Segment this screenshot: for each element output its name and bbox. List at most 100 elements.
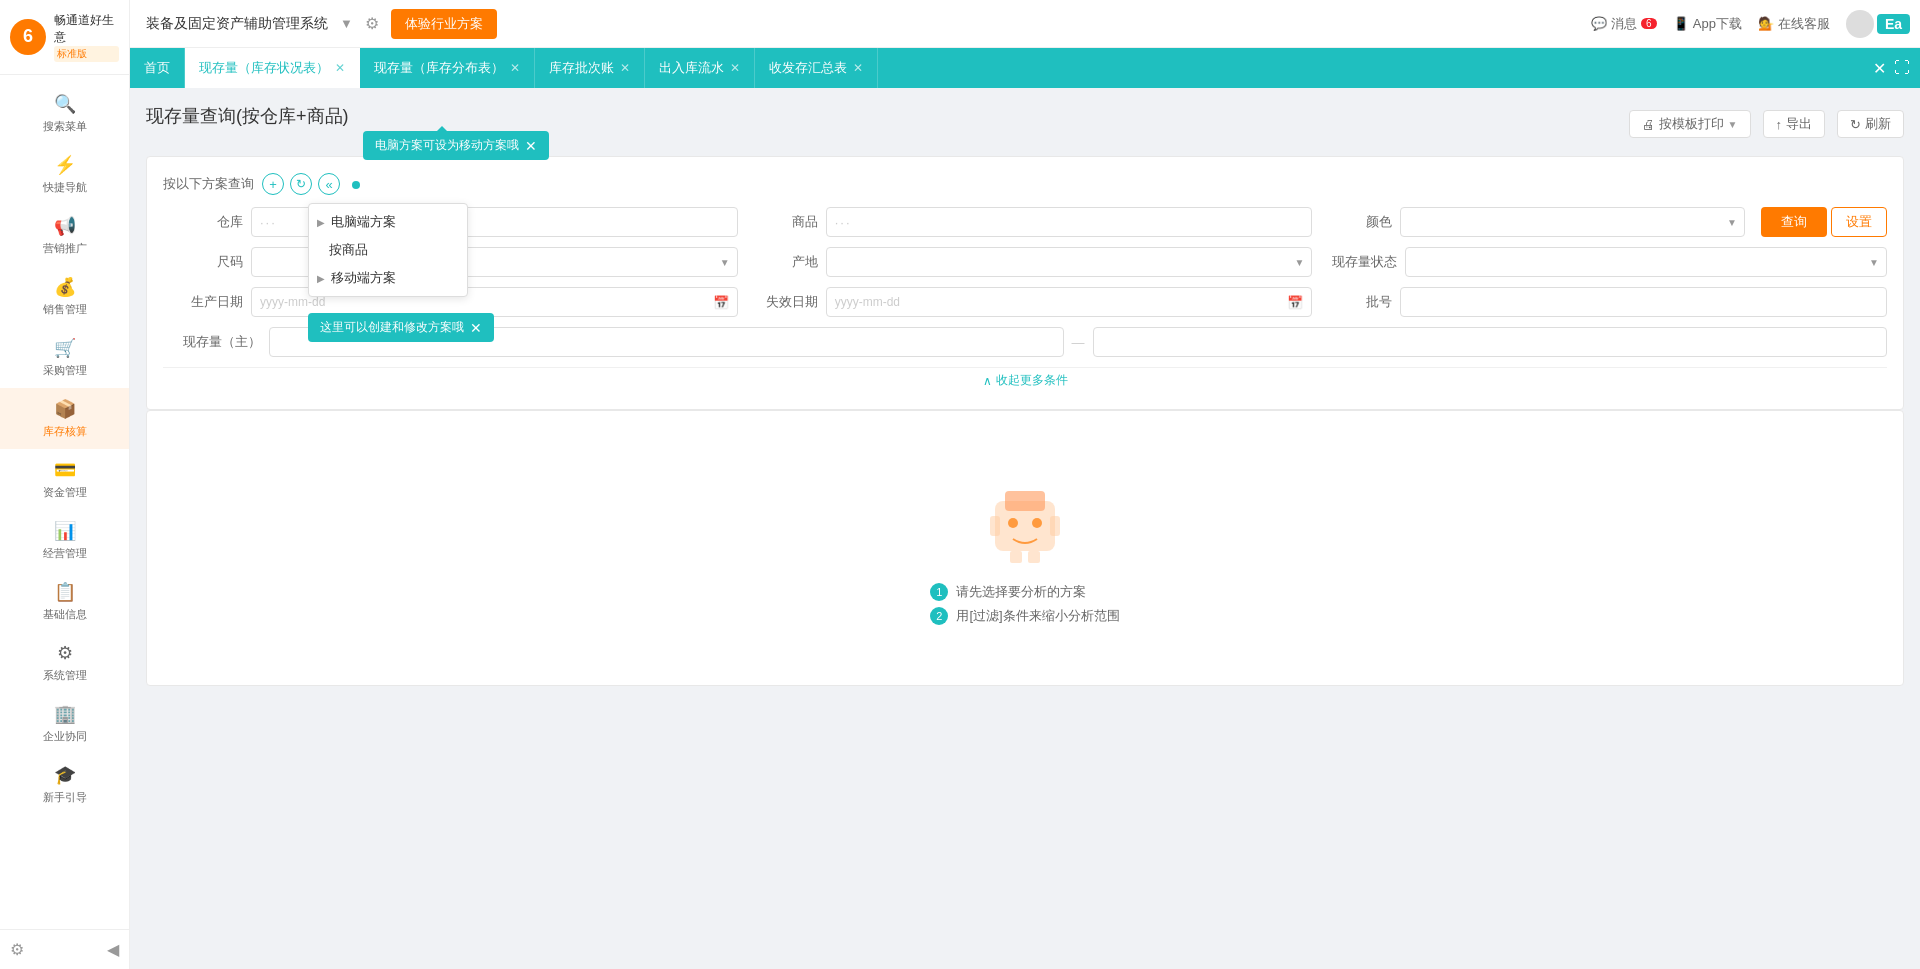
app-download-btn[interactable]: 📱 App下载 xyxy=(1673,15,1742,33)
sidebar-item-guide[interactable]: 🎓 新手引导 xyxy=(0,754,129,815)
scheme-tooltip2: 这里可以创建和修改方案哦 ✕ xyxy=(308,313,494,342)
refresh-btn[interactable]: ↻ 刷新 xyxy=(1837,110,1904,138)
sidebar-item-finance[interactable]: 💳 资金管理 xyxy=(0,449,129,510)
enterprise-icon: 🏢 xyxy=(54,703,76,725)
collapse-sidebar-btn[interactable]: ◀ xyxy=(107,940,119,959)
back-scheme-btn[interactable]: « xyxy=(318,173,340,195)
sidebar-item-purchase[interactable]: 🛒 采购管理 xyxy=(0,327,129,388)
online-support-label: 在线客服 xyxy=(1778,15,1830,33)
expand-icon-mobile: ▶ xyxy=(317,273,325,284)
settings-btn[interactable]: ⚙ xyxy=(10,940,24,959)
production-date-start-icon: 📅 xyxy=(713,295,729,310)
tab-batch-ledger[interactable]: 库存批次账 ✕ xyxy=(535,48,645,88)
topbar: 装备及固定资产辅助管理系统 ▼ ⚙ 体验行业方案 💬 消息 6 📱 App下载 … xyxy=(130,0,1920,48)
sidebar-item-basic[interactable]: 📋 基础信息 xyxy=(0,571,129,632)
stock-status-select[interactable] xyxy=(1405,247,1887,277)
message-icon: 💬 xyxy=(1591,16,1607,31)
scheme-tooltip2-close[interactable]: ✕ xyxy=(470,320,482,336)
scheme-sub-goods[interactable]: 按商品 xyxy=(309,236,467,264)
topbar-left: 装备及固定资产辅助管理系统 ▼ ⚙ 体验行业方案 xyxy=(146,9,497,39)
filter-stock-status: 现存量状态 ▼ xyxy=(1332,247,1887,277)
filter-size-label: 尺码 xyxy=(183,253,243,271)
tab-close-summary[interactable]: ✕ xyxy=(853,61,863,75)
sidebar-item-enterprise[interactable]: 🏢 企业协同 xyxy=(0,693,129,754)
production-date-start-placeholder: yyyy-mm-dd xyxy=(260,295,325,309)
tab-close-inventory-dist[interactable]: ✕ xyxy=(510,61,520,75)
refresh-scheme-btn[interactable]: ↻ xyxy=(290,173,312,195)
scheme-tooltip2-text: 这里可以创建和修改方案哦 xyxy=(320,319,464,336)
query-box: 按以下方案查询 + ↻ « 电脑方案可设为移动方案哦 ✕ xyxy=(146,156,1904,410)
system-icon: ⚙ xyxy=(57,642,73,664)
tab-inventory-status[interactable]: 现存量（库存状况表） ✕ xyxy=(185,48,360,88)
expiry-date-start[interactable]: yyyy-mm-dd 📅 xyxy=(826,287,1313,317)
scheme-tooltip-close[interactable]: ✕ xyxy=(525,138,537,154)
topbar-dropdown-arrow[interactable]: ▼ xyxy=(340,16,353,31)
warehouse-dots: ··· xyxy=(260,215,277,230)
stock-status-select-wrapper: ▼ xyxy=(1405,247,1887,277)
reset-btn[interactable]: 设置 xyxy=(1831,207,1887,237)
search-btn[interactable]: 查询 xyxy=(1761,207,1827,237)
topbar-settings-icon[interactable]: ⚙ xyxy=(365,14,379,33)
goods-selector[interactable]: ··· xyxy=(826,207,1313,237)
expiry-date-start-placeholder: yyyy-mm-dd xyxy=(835,295,900,309)
tip-num-2: 2 xyxy=(930,607,948,625)
filter-stock-label: 现存量（主） xyxy=(183,333,261,351)
messages-btn[interactable]: 💬 消息 6 xyxy=(1591,15,1657,33)
online-support-btn[interactable]: 💁 在线客服 xyxy=(1758,15,1830,33)
sidebar-item-quick[interactable]: ⚡ 快捷导航 xyxy=(0,144,129,205)
sidebar-label-system: 系统管理 xyxy=(43,668,87,683)
tab-close-in-out-flow[interactable]: ✕ xyxy=(730,61,740,75)
export-btn[interactable]: ↑ 导出 xyxy=(1763,110,1826,138)
svg-rect-5 xyxy=(1050,516,1060,536)
query-header-label: 按以下方案查询 xyxy=(163,175,254,193)
tab-inventory-dist[interactable]: 现存量（库存分布表） ✕ xyxy=(360,48,535,88)
tab-close-all-btn[interactable]: ✕ xyxy=(1873,59,1886,78)
sidebar-item-operation[interactable]: 📊 经营管理 xyxy=(0,510,129,571)
sidebar-item-marketing[interactable]: 📢 营销推广 xyxy=(0,205,129,266)
sidebar-item-sales[interactable]: 💰 销售管理 xyxy=(0,266,129,327)
filter-batch-label: 批号 xyxy=(1332,293,1392,311)
template-print-btn[interactable]: 🖨 按模板打印 ▼ xyxy=(1629,110,1751,138)
collapse-row[interactable]: ∧ 收起更多条件 xyxy=(163,367,1887,393)
sidebar-label-finance: 资金管理 xyxy=(43,485,87,500)
empty-tip-1: 1 请先选择要分析的方案 xyxy=(930,583,1119,601)
sidebar-item-inventory[interactable]: 📦 库存核算 xyxy=(0,388,129,449)
tab-in-out-flow[interactable]: 出入库流水 ✕ xyxy=(645,48,755,88)
sidebar-label-marketing: 营销推广 xyxy=(43,241,87,256)
svg-rect-4 xyxy=(990,516,1000,536)
tab-summary[interactable]: 收发存汇总表 ✕ xyxy=(755,48,878,88)
empty-state: 1 请先选择要分析的方案 2 用[过滤]条件来缩小分析范围 xyxy=(147,411,1903,685)
connector-dot xyxy=(352,181,360,189)
origin-select[interactable] xyxy=(826,247,1313,277)
scheme-mobile[interactable]: ▶ 移动端方案 xyxy=(309,264,467,292)
finance-icon: 💳 xyxy=(54,459,76,481)
expiry-date-start-icon: 📅 xyxy=(1287,295,1303,310)
tab-inventory-status-label: 现存量（库存状况表） xyxy=(199,59,329,77)
scheme-pc[interactable]: ▶ 电脑端方案 xyxy=(309,208,467,236)
sidebar-footer: ⚙ ◀ xyxy=(0,929,129,969)
tab-close-inventory-status[interactable]: ✕ xyxy=(335,61,345,75)
empty-tip-2: 2 用[过滤]条件来缩小分析范围 xyxy=(930,607,1119,625)
print-icon: 🖨 xyxy=(1642,117,1655,132)
batch-input[interactable] xyxy=(1400,287,1887,317)
refresh-icon: ↻ xyxy=(1850,117,1861,132)
app-name: 畅通道好生意 xyxy=(54,12,119,46)
svg-point-3 xyxy=(1032,518,1042,528)
connector-area xyxy=(352,177,360,192)
empty-illustration xyxy=(975,471,1075,571)
app-download-label: App下载 xyxy=(1693,15,1742,33)
industry-btn[interactable]: 体验行业方案 xyxy=(391,9,497,39)
print-dropdown-arrow: ▼ xyxy=(1728,119,1738,130)
color-select[interactable] xyxy=(1400,207,1745,237)
add-scheme-btn[interactable]: + xyxy=(262,173,284,195)
scheme-pc-label: 电脑端方案 xyxy=(331,213,396,231)
sidebar-item-system[interactable]: ⚙ 系统管理 xyxy=(0,632,129,693)
tab-home[interactable]: 首页 xyxy=(130,48,185,88)
stock-max-input[interactable] xyxy=(1093,327,1888,357)
tab-close-batch-ledger[interactable]: ✕ xyxy=(620,61,630,75)
sidebar-item-search[interactable]: 🔍 搜索菜单 xyxy=(0,83,129,144)
tab-fullscreen-btn[interactable]: ⛶ xyxy=(1894,59,1910,77)
scheme-tooltip-text: 电脑方案可设为移动方案哦 xyxy=(375,137,519,154)
search-reset-btns: 查询 设置 xyxy=(1761,207,1887,237)
sidebar-label-basic: 基础信息 xyxy=(43,607,87,622)
